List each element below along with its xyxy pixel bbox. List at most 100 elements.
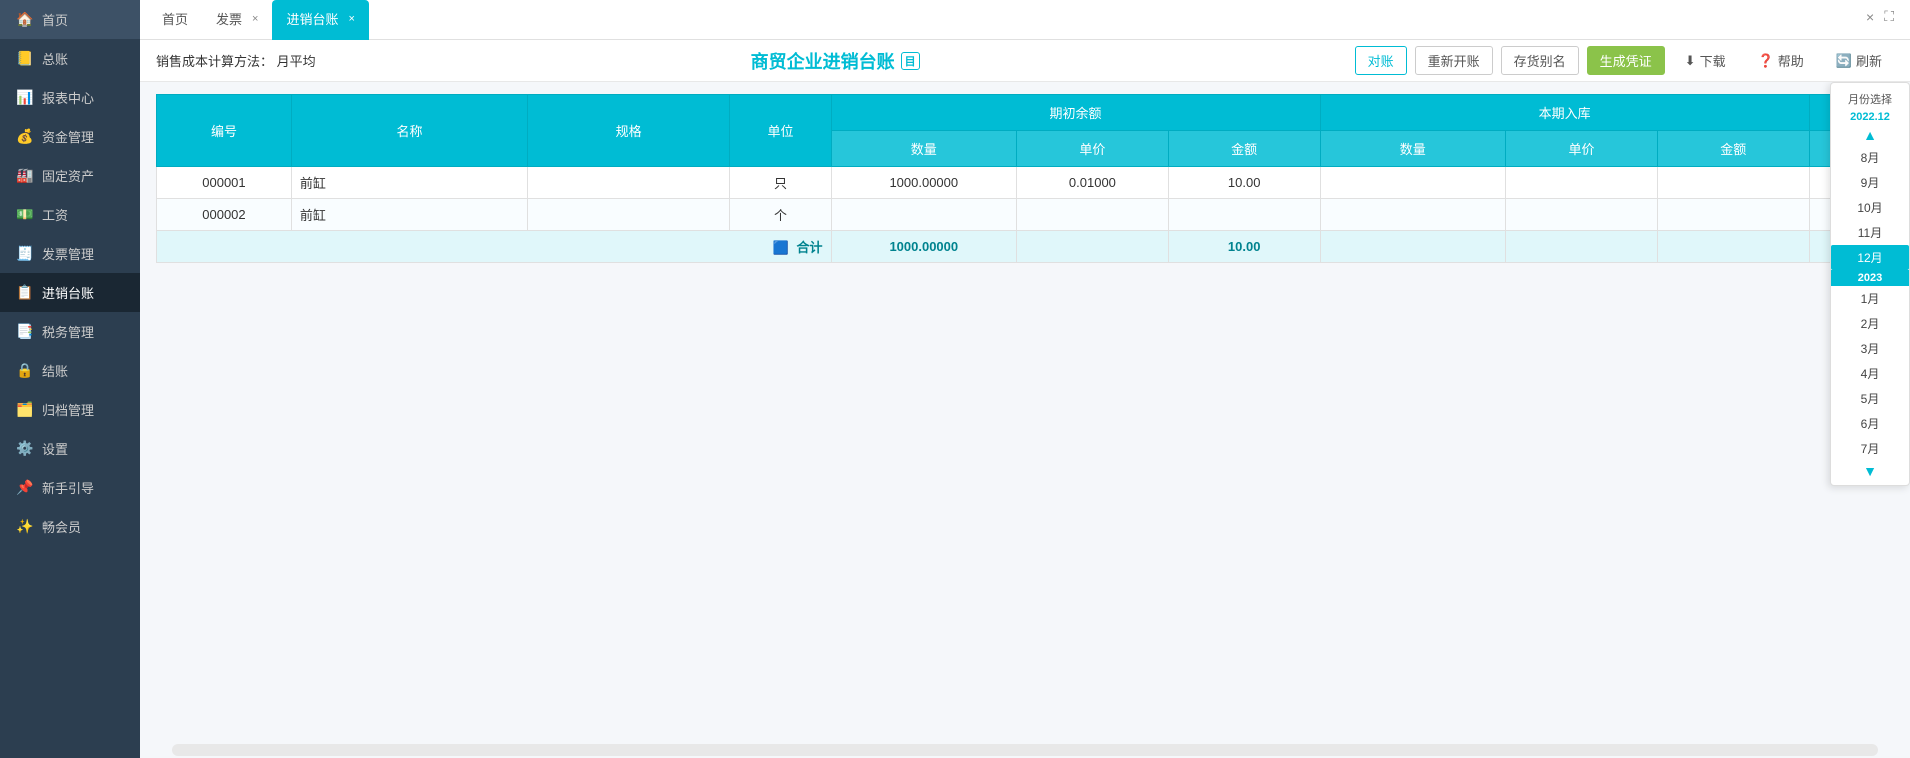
row2-id: 000002 xyxy=(157,199,292,231)
month-4-2023[interactable]: 4月 xyxy=(1831,361,1909,386)
close-invoice-tab[interactable]: × xyxy=(252,13,258,25)
tab-purchase-sales[interactable]: 进销台账 × xyxy=(272,0,368,40)
period-in-header: 本期入库 xyxy=(1320,95,1809,131)
row2-period-qty xyxy=(831,199,1017,231)
total-row: 🟦 合计 1000.00000 10.00 xyxy=(157,231,1894,263)
sidebar-item-funds[interactable]: 💰 资金管理 xyxy=(0,117,140,156)
row1-unit: 只 xyxy=(730,167,831,199)
refresh-icon: 🔄 xyxy=(1836,53,1852,69)
save-alias-button[interactable]: 存货别名 xyxy=(1501,46,1579,75)
salary-icon: 💵 xyxy=(16,206,34,223)
period-price-header: 单价 xyxy=(1017,131,1169,167)
note-icon[interactable]: 目 xyxy=(901,52,920,70)
table-row: 000002 前缸 个 xyxy=(157,199,1894,231)
close-purchase-sales-tab[interactable]: × xyxy=(348,13,354,25)
sidebar-item-invoice-mgmt[interactable]: 🧾 发票管理 xyxy=(0,234,140,273)
col-name-header: 名称 xyxy=(291,95,527,167)
row1-in-price xyxy=(1506,167,1658,199)
sidebar-item-archive[interactable]: 🗂️ 归档管理 xyxy=(0,390,140,429)
reopen-button[interactable]: 重新开账 xyxy=(1415,46,1493,75)
sidebar-item-guide[interactable]: 📌 新手引导 xyxy=(0,468,140,507)
cost-method-label: 销售成本计算方法： 月平均 xyxy=(156,51,316,70)
help-button[interactable]: ❓ 帮助 xyxy=(1746,47,1816,74)
row2-in-amount xyxy=(1657,199,1809,231)
generate-voucher-button[interactable]: 生成凭证 xyxy=(1587,46,1665,75)
close-button[interactable]: × xyxy=(1866,9,1874,25)
total-icon: 🟦 xyxy=(773,240,789,255)
col-id-header: 编号 xyxy=(157,95,292,167)
tab-invoice[interactable]: 发票 × xyxy=(202,0,272,40)
month-8[interactable]: 8月 xyxy=(1831,145,1909,170)
vip-icon: ✨ xyxy=(16,518,34,535)
total-period-amount: 10.00 xyxy=(1168,231,1320,263)
home-icon: 🏠 xyxy=(16,11,34,28)
month-10[interactable]: 10月 xyxy=(1831,195,1909,220)
sidebar-item-purchase-sales[interactable]: 📋 进销台账 xyxy=(0,273,140,312)
month-12[interactable]: 12月 xyxy=(1831,245,1909,270)
year-2023-label: 2023 xyxy=(1831,270,1909,286)
main-table: 编号 名称 规格 单位 期初余额 本期入库 数 数量 单价 金额 数量 单价 金… xyxy=(156,94,1894,263)
row2-spec xyxy=(528,199,730,231)
row2-unit: 个 xyxy=(730,199,831,231)
month-5-2023[interactable]: 5月 xyxy=(1831,386,1909,411)
row2-in-qty xyxy=(1320,199,1506,231)
row1-name: 前缸 xyxy=(291,167,527,199)
row1-period-amount: 10.00 xyxy=(1168,167,1320,199)
row2-period-amount xyxy=(1168,199,1320,231)
lock-icon: 🔒 xyxy=(16,362,34,379)
month-scroll-up[interactable]: ▲ xyxy=(1863,125,1877,145)
row2-name: 前缸 xyxy=(291,199,527,231)
month-6-2023[interactable]: 6月 xyxy=(1831,411,1909,436)
tab-bar: 首页 发票 × 进销台账 × xyxy=(140,0,1910,40)
month-panel: 月份选择 2022.12 ▲ 8月 9月 10月 11月 12月 2023 1月… xyxy=(1830,82,1910,486)
sidebar-item-closing[interactable]: 🔒 结账 xyxy=(0,351,140,390)
row1-period-qty: 1000.00000 xyxy=(831,167,1017,199)
sidebar-item-vip[interactable]: ✨ 畅会员 xyxy=(0,507,140,546)
col-unit-header: 单位 xyxy=(730,95,831,167)
maximize-button[interactable]: ⛶ xyxy=(1884,8,1894,25)
month-1-2023[interactable]: 1月 xyxy=(1831,286,1909,311)
guide-icon: 📌 xyxy=(16,479,34,496)
total-period-price xyxy=(1017,231,1169,263)
sidebar-item-reports[interactable]: 📊 报表中心 xyxy=(0,78,140,117)
month-scroll-down[interactable]: ▼ xyxy=(1863,461,1877,481)
month-panel-title: 月份选择 xyxy=(1848,87,1892,109)
page-title: 商贸企业进销台账 目 xyxy=(316,48,1355,74)
year-2022-label: 2022.12 xyxy=(1850,109,1890,125)
sidebar-item-payroll[interactable]: 💵 工资 xyxy=(0,195,140,234)
sidebar: 🏠 首页 📒 总账 📊 报表中心 💰 资金管理 🏭 固定资产 💵 工资 🧾 发票… xyxy=(0,0,140,758)
row1-spec xyxy=(528,167,730,199)
row1-id: 000001 xyxy=(157,167,292,199)
tab-home[interactable]: 首页 xyxy=(148,0,202,40)
sidebar-item-tax-mgmt[interactable]: 📑 税务管理 xyxy=(0,312,140,351)
col-spec-header: 规格 xyxy=(528,95,730,167)
bottom-bar xyxy=(140,742,1910,758)
content-area: 编号 名称 规格 单位 期初余额 本期入库 数 数量 单价 金额 数量 单价 金… xyxy=(140,82,1910,742)
month-11[interactable]: 11月 xyxy=(1831,220,1909,245)
reconcile-button[interactable]: 对账 xyxy=(1355,46,1407,75)
ledger-icon: 📒 xyxy=(16,50,34,67)
month-3-2023[interactable]: 3月 xyxy=(1831,336,1909,361)
sidebar-item-home[interactable]: 🏠 首页 xyxy=(0,0,140,39)
month-9[interactable]: 9月 xyxy=(1831,170,1909,195)
period-amount-header: 金额 xyxy=(1168,131,1320,167)
month-7-2023[interactable]: 7月 xyxy=(1831,436,1909,461)
period-qty-header: 数量 xyxy=(831,131,1017,167)
in-amount-header: 金额 xyxy=(1657,131,1809,167)
sidebar-item-general-ledger[interactable]: 📒 总账 xyxy=(0,39,140,78)
sidebar-item-settings[interactable]: ⚙️ 设置 xyxy=(0,429,140,468)
row1-period-price: 0.01000 xyxy=(1017,167,1169,199)
chart-icon: 📊 xyxy=(16,89,34,106)
money-icon: 💰 xyxy=(16,128,34,145)
total-period-qty: 1000.00000 xyxy=(831,231,1017,263)
refresh-button[interactable]: 🔄 刷新 xyxy=(1824,47,1894,74)
horizontal-scrollbar[interactable] xyxy=(172,744,1878,756)
table-row: 000001 前缸 只 1000.00000 0.01000 10.00 xyxy=(157,167,1894,199)
help-icon: ❓ xyxy=(1758,53,1774,69)
download-button[interactable]: ⬇ 下载 xyxy=(1673,47,1738,74)
total-in-price xyxy=(1506,231,1658,263)
total-in-amount xyxy=(1657,231,1809,263)
clipboard-icon: 📋 xyxy=(16,284,34,301)
month-2-2023[interactable]: 2月 xyxy=(1831,311,1909,336)
sidebar-item-fixed-assets[interactable]: 🏭 固定资产 xyxy=(0,156,140,195)
